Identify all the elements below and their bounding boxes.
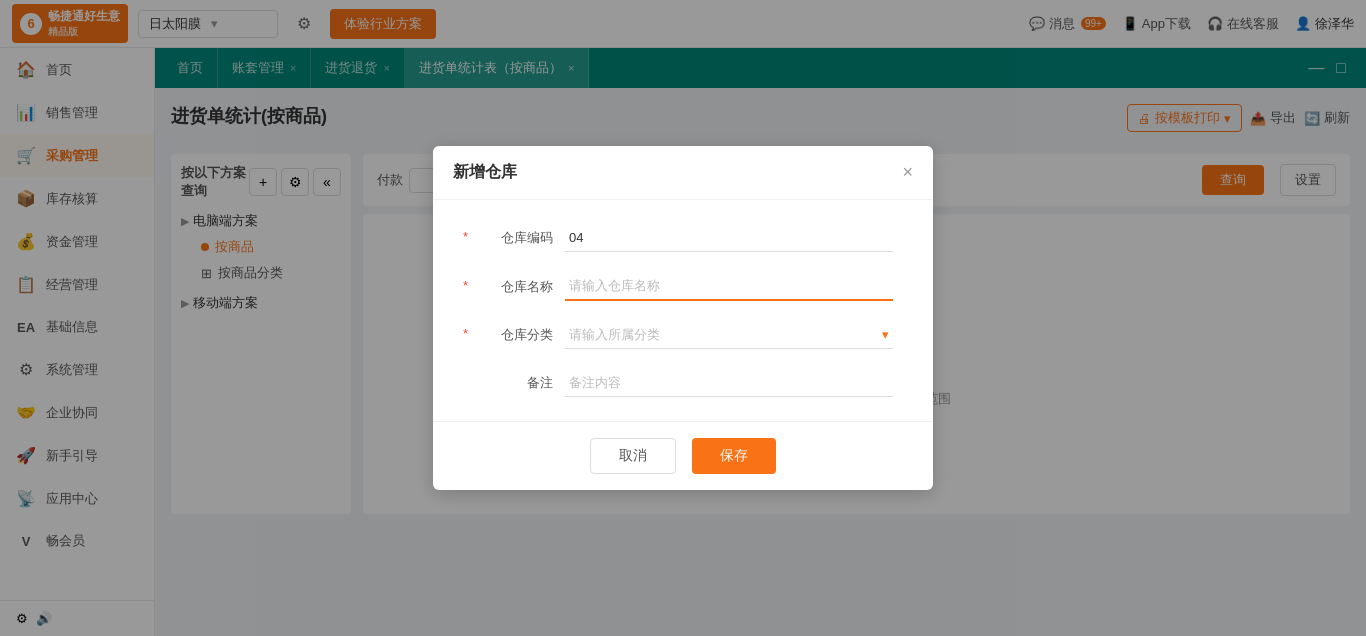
modal-header: 新增仓库 ×	[433, 146, 933, 200]
save-button[interactable]: 保存	[692, 438, 776, 474]
modal-body: 仓库编码 04 仓库名称 仓库分类 ▾ 备注	[433, 200, 933, 421]
note-input[interactable]	[565, 369, 893, 397]
category-chevron-icon: ▾	[882, 327, 889, 342]
modal-close-button[interactable]: ×	[902, 162, 913, 183]
note-label: 备注	[473, 374, 553, 392]
new-warehouse-modal: 新增仓库 × 仓库编码 04 仓库名称 仓库分类 ▾ 备注	[433, 146, 933, 490]
form-row-note: 备注	[473, 369, 893, 397]
name-input[interactable]	[565, 272, 893, 301]
form-row-code: 仓库编码 04	[473, 224, 893, 252]
form-row-name: 仓库名称	[473, 272, 893, 301]
cancel-button[interactable]: 取消	[590, 438, 676, 474]
name-label: 仓库名称	[473, 278, 553, 296]
form-row-category: 仓库分类 ▾	[473, 321, 893, 349]
code-label: 仓库编码	[473, 229, 553, 247]
modal-title: 新增仓库	[453, 162, 517, 183]
modal-overlay[interactable]: 新增仓库 × 仓库编码 04 仓库名称 仓库分类 ▾ 备注	[0, 0, 1366, 636]
code-value[interactable]: 04	[565, 224, 893, 252]
modal-footer: 取消 保存	[433, 421, 933, 490]
category-select[interactable]: ▾	[565, 321, 893, 349]
category-label: 仓库分类	[473, 326, 553, 344]
category-input[interactable]	[569, 327, 882, 342]
